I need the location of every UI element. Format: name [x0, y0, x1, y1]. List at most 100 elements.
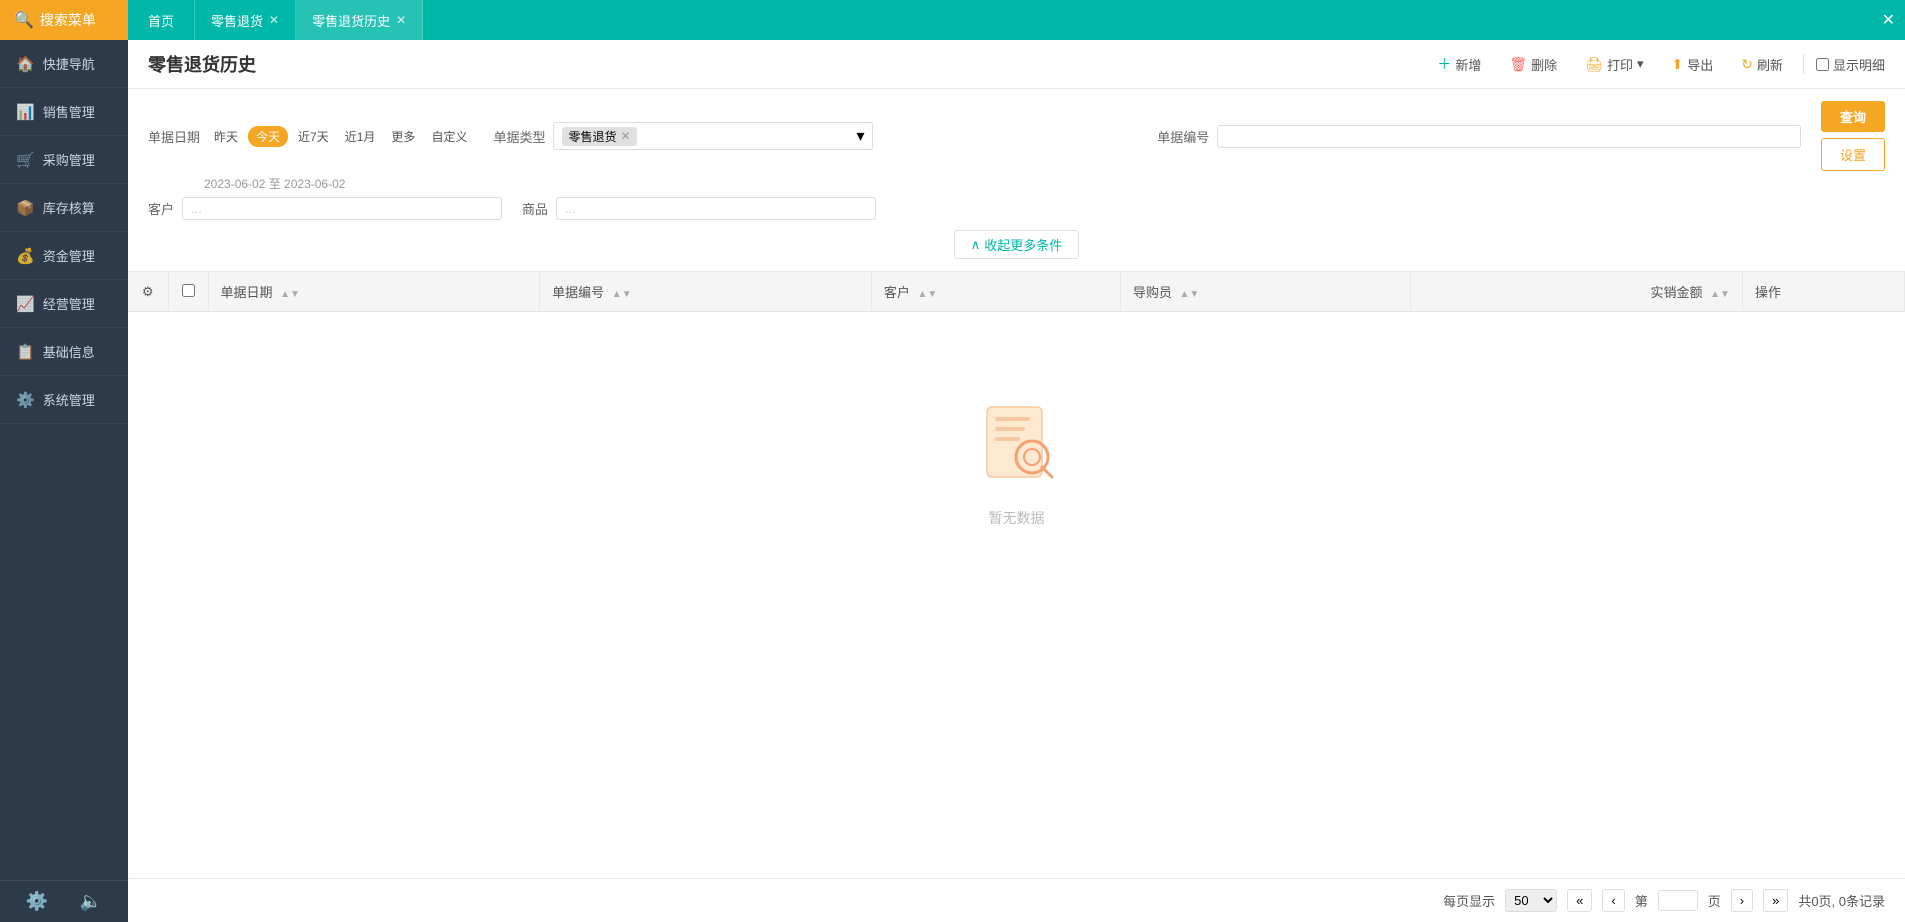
page-unit: 页: [1708, 891, 1721, 910]
tab-retail-return-label: 零售退货: [211, 11, 263, 30]
tab-retail-return-history-close[interactable]: ✕: [396, 13, 406, 27]
home-icon: 🏠: [16, 55, 35, 73]
print-button[interactable]: 🖨 打印 ▾: [1577, 51, 1651, 78]
table-container: ⚙ 单据日期 ▲▼ 单据编号 ▲▼: [128, 272, 1905, 878]
page-header: 零售退货历史 ＋ 新增 🗑 删除 🖨 打印 ▾ ⬆ 导出: [128, 40, 1905, 89]
sidebar-nav: 🏠 快捷导航 📊 销售管理 🛒 采购管理 📦 库存核算 💰 资金管理 📈 经营管…: [0, 40, 128, 880]
data-table: ⚙ 单据日期 ▲▼ 单据编号 ▲▼: [128, 272, 1905, 312]
refresh-button[interactable]: ↻ 刷新: [1733, 51, 1791, 78]
customer-sort[interactable]: ▲▼: [917, 289, 937, 300]
customer-label: 客户: [148, 199, 174, 218]
guide-sort[interactable]: ▲▼: [1180, 289, 1200, 300]
sidebar-item-sales-mgmt[interactable]: 📊 销售管理: [0, 88, 128, 136]
sidebar-item-label: 采购管理: [43, 150, 95, 169]
filter-row-1: 单据日期 昨天 今天 近7天 近1月 更多 自定义 单据类型: [148, 101, 1885, 171]
content-area: 零售退货历史 ＋ 新增 🗑 删除 🖨 打印 ▾ ⬆ 导出: [128, 40, 1905, 922]
type-select[interactable]: 零售退货 ✕ ▾: [553, 122, 873, 150]
order-no-input[interactable]: [1217, 125, 1801, 148]
customer-input[interactable]: ...: [182, 197, 502, 220]
tab-retail-return[interactable]: 零售退货 ✕: [195, 0, 296, 40]
show-detail-checkbox[interactable]: [1816, 58, 1829, 71]
sidebar-item-system[interactable]: ⚙️ 系统管理: [0, 376, 128, 424]
sidebar-item-purchase-mgmt[interactable]: 🛒 采购管理: [0, 136, 128, 184]
current-page-input[interactable]: 1: [1658, 890, 1698, 911]
sidebar-item-operations[interactable]: 📈 经营管理: [0, 280, 128, 328]
date-more[interactable]: 更多: [385, 126, 421, 147]
date-today[interactable]: 今天: [248, 126, 288, 147]
date-sort[interactable]: ▲▼: [280, 289, 300, 300]
collapse-icon[interactable]: 🔈: [80, 891, 102, 912]
tab-home-label: 首页: [148, 11, 174, 30]
new-btn-label: 新增: [1455, 55, 1481, 74]
sidebar-bottom: ⚙️ 🔈: [0, 880, 128, 922]
settings-icon[interactable]: ⚙: [142, 284, 154, 299]
sidebar-item-finance[interactable]: 💰 资金管理: [0, 232, 128, 280]
tab-bar-close[interactable]: ✕: [1882, 10, 1905, 30]
tab-retail-return-history-label: 零售退货历史: [312, 11, 390, 30]
query-button[interactable]: 查询: [1821, 101, 1885, 132]
print-icon: 🖨: [1585, 56, 1603, 73]
type-tag-value: 零售退货 ✕: [562, 127, 636, 146]
type-select-arrow: ▾: [856, 126, 864, 146]
delete-button[interactable]: 🗑 删除: [1501, 51, 1565, 78]
gear-icon: ⚙️: [16, 391, 35, 409]
date-range-display: 2023-06-02 至 2023-06-02: [204, 177, 345, 191]
tab-retail-return-history[interactable]: 零售退货历史 ✕: [296, 0, 423, 40]
last-page-btn[interactable]: »: [1763, 889, 1788, 912]
search-icon: 🔍: [14, 10, 34, 30]
customer-filter: 客户 ...: [148, 197, 502, 220]
date-buttons: 昨天 今天 近7天 近1月 更多 自定义: [208, 126, 473, 147]
sidebar-item-label: 库存核算: [43, 198, 95, 217]
amount-sort[interactable]: ▲▼: [1710, 289, 1730, 300]
order-no-sort[interactable]: ▲▼: [612, 289, 632, 300]
goods-input[interactable]: ...: [556, 197, 876, 220]
select-all-checkbox[interactable]: [182, 284, 195, 297]
sidebar-item-label: 快捷导航: [43, 54, 95, 73]
date-yesterday[interactable]: 昨天: [208, 126, 244, 147]
page-size-label: 每页显示: [1443, 891, 1495, 910]
sidebar-item-label: 销售管理: [43, 102, 95, 121]
date-col-header: 单据日期 ▲▼: [208, 272, 540, 312]
print-btn-label: 打印: [1607, 55, 1633, 74]
new-button[interactable]: ＋ 新增: [1429, 50, 1489, 78]
plus-icon: ＋: [1437, 54, 1451, 74]
sidebar-item-label: 系统管理: [43, 390, 95, 409]
empty-text: 暂无数据: [989, 508, 1045, 528]
order-no-col-header: 单据编号 ▲▼: [540, 272, 872, 312]
order-no-filter: 单据编号: [1157, 125, 1801, 148]
money-icon: 💰: [16, 247, 35, 265]
sidebar-item-label: 经营管理: [43, 294, 95, 313]
set-button[interactable]: 设置: [1821, 138, 1885, 171]
first-page-btn[interactable]: «: [1567, 889, 1592, 912]
toolbar-divider: [1803, 54, 1804, 74]
show-detail-toggle[interactable]: 显示明细: [1816, 55, 1885, 74]
prev-page-btn[interactable]: ‹: [1602, 889, 1624, 912]
page-title: 零售退货历史: [148, 51, 256, 77]
sidebar-item-inventory[interactable]: 📦 库存核算: [0, 184, 128, 232]
date-custom[interactable]: 自定义: [425, 126, 473, 147]
settings-col-header: ⚙: [128, 272, 168, 312]
settings-bottom-icon[interactable]: ⚙️: [26, 891, 48, 912]
date-1month[interactable]: 近1月: [339, 126, 382, 147]
cart-icon: 🛒: [16, 151, 35, 169]
sidebar-search[interactable]: 🔍 搜索菜单: [0, 0, 128, 40]
tab-home[interactable]: 首页: [128, 0, 195, 40]
amount-col-header: 实销金额 ▲▼: [1411, 272, 1743, 312]
sidebar: 🔍 搜索菜单 🏠 快捷导航 📊 销售管理 🛒 采购管理 📦 库存核算 💰 资金管…: [0, 0, 128, 922]
type-tag-close[interactable]: ✕: [620, 129, 630, 143]
refresh-btn-label: 刷新: [1757, 55, 1783, 74]
export-button[interactable]: ⬆ 导出: [1663, 51, 1721, 78]
page-size-select[interactable]: 50 10 20 100: [1505, 889, 1557, 912]
date-7days[interactable]: 近7天: [292, 126, 335, 147]
table-header-row: ⚙ 单据日期 ▲▼ 单据编号 ▲▼: [128, 272, 1905, 312]
sidebar-item-quick-nav[interactable]: 🏠 快捷导航: [0, 40, 128, 88]
sidebar-item-basic-info[interactable]: 📋 基础信息: [0, 328, 128, 376]
info-icon: 📋: [16, 343, 35, 361]
action-col-header: 操作: [1742, 272, 1904, 312]
tab-retail-return-close[interactable]: ✕: [269, 13, 279, 27]
filter-row-2: 客户 ... 商品 ...: [148, 197, 1885, 220]
date-label: 单据日期: [148, 127, 200, 146]
collapse-label: 收起更多条件: [984, 235, 1062, 254]
next-page-btn[interactable]: ›: [1731, 889, 1753, 912]
collapse-button[interactable]: ∧ 收起更多条件: [954, 230, 1080, 259]
